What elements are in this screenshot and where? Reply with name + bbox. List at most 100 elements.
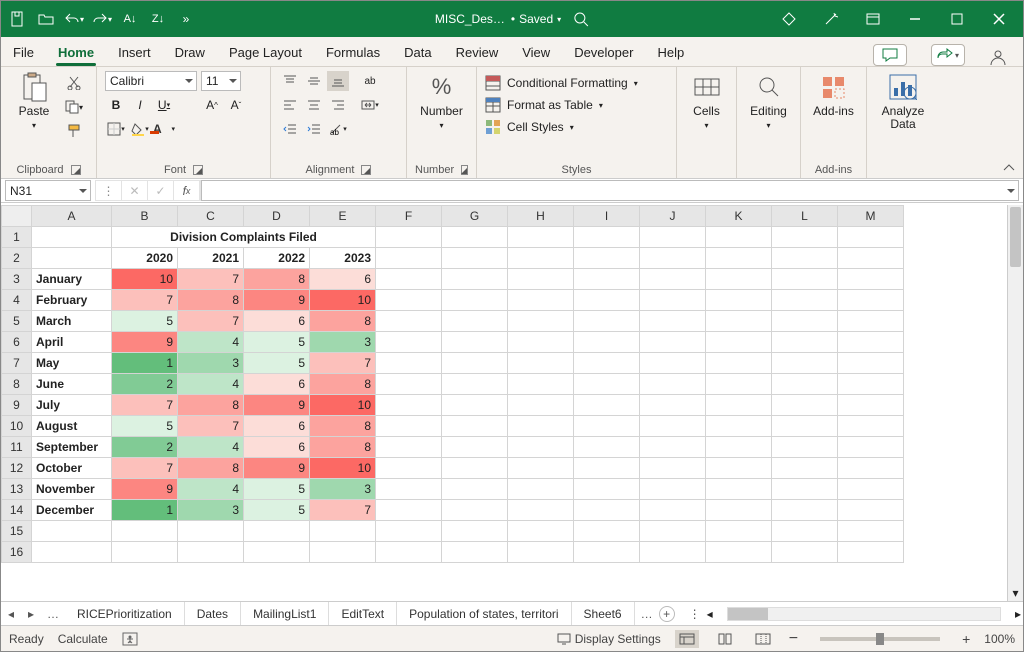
cell[interactable]: [508, 437, 574, 458]
cell[interactable]: [640, 374, 706, 395]
cell[interactable]: [838, 500, 904, 521]
cell[interactable]: [574, 311, 640, 332]
increase-font-icon[interactable]: A^: [201, 95, 223, 115]
cell[interactable]: [838, 395, 904, 416]
cell[interactable]: [706, 374, 772, 395]
accessibility-icon[interactable]: [122, 632, 138, 646]
row-header[interactable]: 4: [2, 290, 32, 311]
cell[interactable]: [838, 332, 904, 353]
cell[interactable]: [838, 290, 904, 311]
cell[interactable]: [244, 521, 310, 542]
cell[interactable]: [442, 395, 508, 416]
cell[interactable]: [442, 332, 508, 353]
cell[interactable]: [376, 521, 442, 542]
increase-indent-icon[interactable]: [303, 119, 325, 139]
dialog-launcher-icon[interactable]: [461, 165, 468, 175]
cell[interactable]: 6: [244, 437, 310, 458]
wand-icon[interactable]: [811, 5, 851, 33]
cell[interactable]: 9: [244, 395, 310, 416]
cell[interactable]: [838, 458, 904, 479]
cell[interactable]: [706, 458, 772, 479]
cell[interactable]: [442, 500, 508, 521]
cell[interactable]: [706, 416, 772, 437]
comments-button[interactable]: [873, 44, 907, 66]
scrollbar-thumb[interactable]: [728, 608, 768, 620]
cell[interactable]: [508, 311, 574, 332]
sort-desc-icon[interactable]: Z↓: [145, 6, 171, 32]
cell[interactable]: [706, 227, 772, 248]
minimize-button[interactable]: [895, 5, 935, 33]
cell[interactable]: April: [32, 332, 112, 353]
cell[interactable]: [376, 374, 442, 395]
row-header[interactable]: 2: [2, 248, 32, 269]
redo-icon[interactable]: ▾: [89, 6, 115, 32]
column-header[interactable]: B: [112, 206, 178, 227]
tab-help[interactable]: Help: [655, 41, 686, 66]
cell[interactable]: 7: [178, 311, 244, 332]
align-left-icon[interactable]: [279, 95, 301, 115]
row-header[interactable]: 3: [2, 269, 32, 290]
cell[interactable]: 5: [244, 353, 310, 374]
cell[interactable]: [442, 542, 508, 563]
cell[interactable]: 2022: [244, 248, 310, 269]
cell[interactable]: 5: [244, 479, 310, 500]
zoom-slider[interactable]: [820, 637, 940, 641]
diamond-icon[interactable]: [769, 5, 809, 33]
cell[interactable]: February: [32, 290, 112, 311]
cell[interactable]: [178, 542, 244, 563]
cell[interactable]: [244, 542, 310, 563]
cell[interactable]: [574, 374, 640, 395]
font-size-combo[interactable]: 11: [201, 71, 241, 91]
cell[interactable]: [508, 395, 574, 416]
cell[interactable]: [574, 479, 640, 500]
cell[interactable]: 5: [244, 500, 310, 521]
cell[interactable]: [442, 290, 508, 311]
cell[interactable]: [640, 437, 706, 458]
cell[interactable]: [838, 479, 904, 500]
search-icon[interactable]: [573, 11, 589, 27]
cell[interactable]: 7: [178, 269, 244, 290]
cell[interactable]: [574, 332, 640, 353]
cell[interactable]: [706, 353, 772, 374]
cell[interactable]: [310, 542, 376, 563]
sheet-tab[interactable]: Population of states, territori: [397, 602, 571, 625]
cell[interactable]: [838, 542, 904, 563]
cell[interactable]: [772, 479, 838, 500]
cell[interactable]: [838, 248, 904, 269]
share-button[interactable]: ▾: [931, 44, 965, 66]
row-header[interactable]: 10: [2, 416, 32, 437]
spreadsheet-grid[interactable]: ABCDEFGHIJKLM1Division Complaints Filed2…: [1, 205, 1023, 601]
cell[interactable]: 8: [178, 458, 244, 479]
cell[interactable]: [32, 542, 112, 563]
cell[interactable]: [838, 521, 904, 542]
cell[interactable]: [442, 458, 508, 479]
tabs-overflow-right[interactable]: …: [635, 607, 659, 621]
cell[interactable]: [508, 332, 574, 353]
column-header[interactable]: A: [32, 206, 112, 227]
vertical-scrollbar[interactable]: ▴ ▾: [1007, 205, 1023, 601]
cell[interactable]: May: [32, 353, 112, 374]
cell[interactable]: 9: [112, 332, 178, 353]
dialog-launcher-icon[interactable]: [361, 165, 371, 175]
cell[interactable]: [442, 479, 508, 500]
autosave-toggle[interactable]: [5, 6, 31, 32]
cell[interactable]: [772, 311, 838, 332]
cell[interactable]: [508, 542, 574, 563]
cell[interactable]: 5: [244, 332, 310, 353]
tab-nav-prev-icon[interactable]: ◂: [1, 607, 21, 621]
cell[interactable]: 6: [310, 269, 376, 290]
cell[interactable]: [772, 458, 838, 479]
cells-button[interactable]: Cells▾: [682, 71, 732, 132]
zoom-level[interactable]: 100%: [984, 632, 1015, 646]
tab-review[interactable]: Review: [454, 41, 501, 66]
row-header[interactable]: 6: [2, 332, 32, 353]
cell[interactable]: [574, 458, 640, 479]
saved-indicator[interactable]: • Saved ▾: [511, 12, 561, 26]
horizontal-scrollbar[interactable]: [727, 607, 1001, 621]
font-color-icon[interactable]: A▾: [153, 119, 175, 139]
cell[interactable]: [376, 332, 442, 353]
cell[interactable]: [838, 269, 904, 290]
cell[interactable]: [574, 416, 640, 437]
cell[interactable]: [376, 500, 442, 521]
cell[interactable]: [376, 269, 442, 290]
